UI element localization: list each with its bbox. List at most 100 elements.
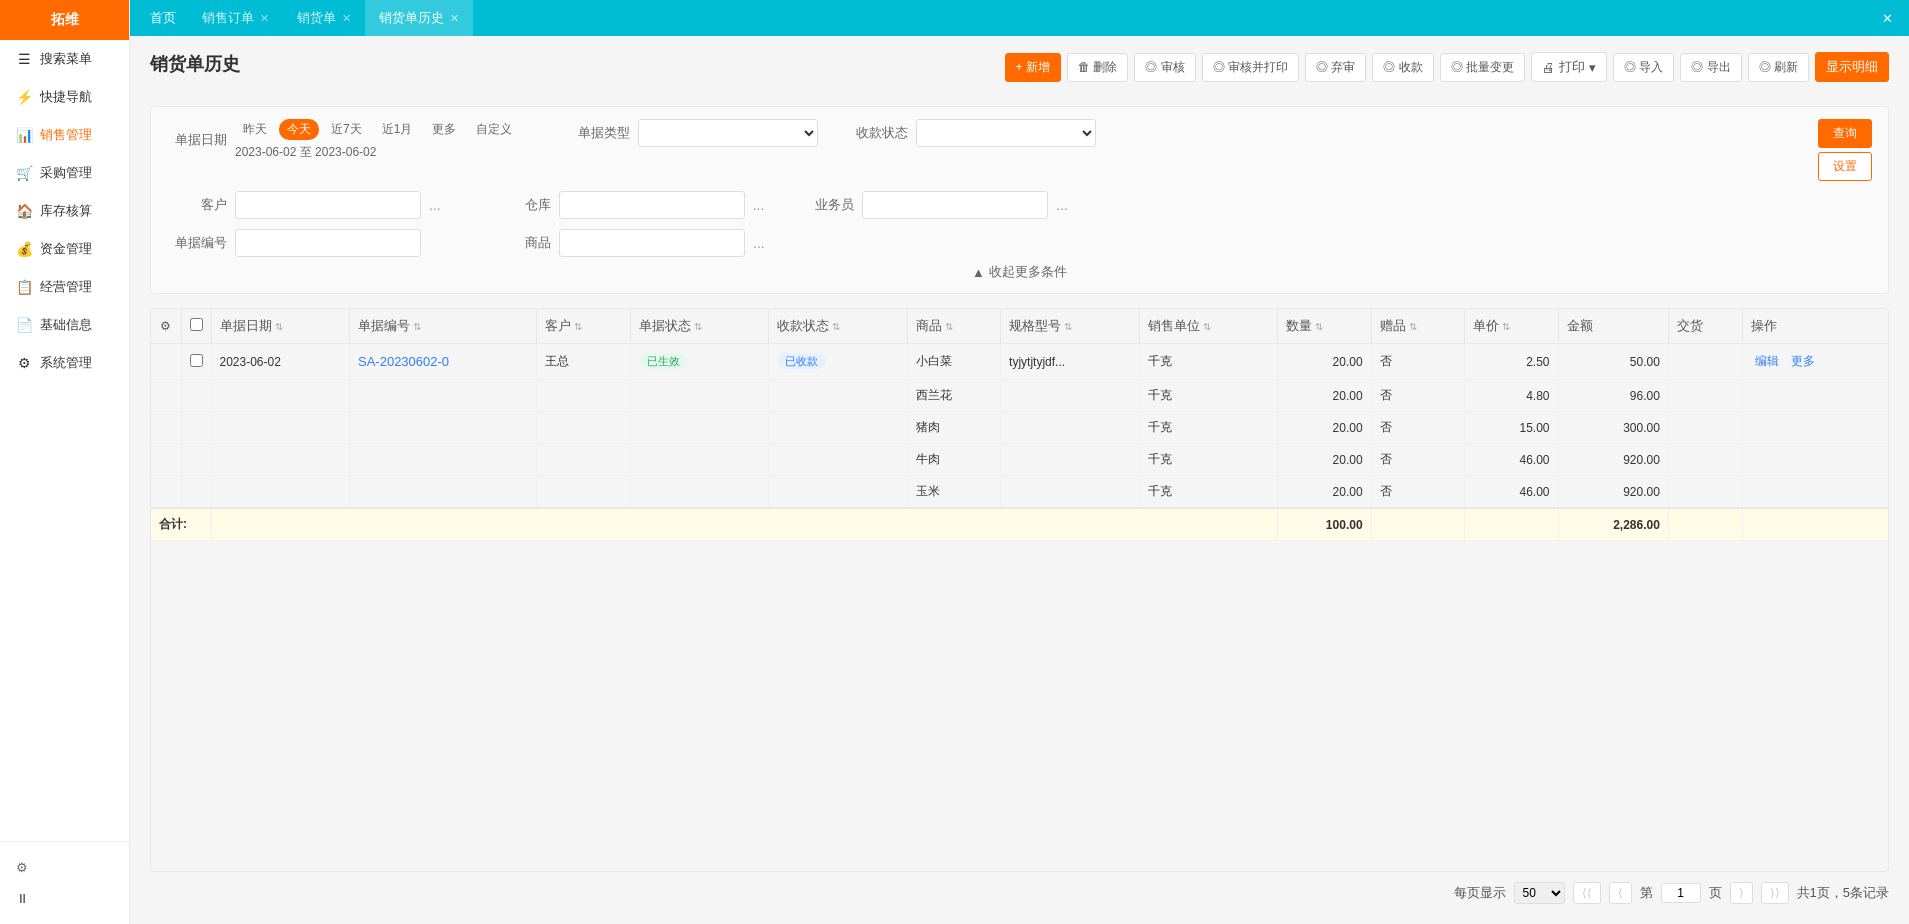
date-tag-7days[interactable]: 近7天 — [323, 119, 370, 140]
page-prev-button[interactable]: ⟨ — [1609, 882, 1632, 904]
filter-date-label: 单据日期 — [167, 131, 227, 149]
cell-doc-no-1[interactable] — [350, 380, 537, 412]
filter-customer-input[interactable] — [235, 191, 421, 219]
page-input[interactable] — [1661, 883, 1701, 903]
cell-doc-no-3[interactable] — [350, 444, 537, 476]
sidebar-item-sales-mgmt[interactable]: 📊 销售管理 — [0, 116, 129, 154]
inventory-calc-icon: 🏠 — [16, 203, 32, 219]
sort-customer-icon[interactable]: ⇅ — [574, 321, 582, 332]
sidebar-bottom-pause[interactable]: ⏸ — [0, 883, 129, 914]
cell-doc-no-4[interactable] — [350, 476, 537, 509]
sort-payment-status-icon[interactable]: ⇅ — [832, 321, 840, 332]
sidebar-item-funds-mgmt[interactable]: 💰 资金管理 — [0, 230, 129, 268]
sort-doc-status-icon[interactable]: ⇅ — [694, 321, 702, 332]
batch-change-button[interactable]: ◎ 批量变更 — [1440, 53, 1525, 82]
nav-sales-history-tab[interactable]: 销货单历史 ✕ — [365, 0, 473, 36]
filter-doc-no-input[interactable] — [235, 229, 421, 257]
cell-doc-no-0[interactable]: SA-20230602-0 — [350, 344, 537, 380]
more-action-0[interactable]: 更多 — [1787, 351, 1819, 372]
sidebar-item-purchase-mgmt[interactable]: 🛒 采购管理 — [0, 154, 129, 192]
cell-checkbox-1[interactable] — [181, 380, 211, 412]
cell-product-4: 玉米 — [907, 476, 1000, 509]
cell-amount-4: 920.00 — [1558, 476, 1668, 509]
filter-product-dots[interactable]: ... — [753, 235, 765, 251]
sidebar-bottom-settings[interactable]: ⚙ — [0, 852, 129, 883]
filter-settings-button[interactable]: 设置 — [1818, 152, 1872, 181]
cell-doc-no-2[interactable] — [350, 412, 537, 444]
nav-sales-delivery-tab[interactable]: 销货单 ✕ — [283, 0, 365, 36]
abandon-button[interactable]: ◎ 弃审 — [1305, 53, 1366, 82]
table-row: 玉米 千克 20.00 否 46.00 920.00 — [151, 476, 1888, 509]
cell-checkbox-2[interactable] — [181, 412, 211, 444]
th-checkbox[interactable] — [181, 309, 211, 344]
query-button[interactable]: 查询 — [1818, 119, 1872, 148]
page-title: 销货单历史 — [150, 52, 240, 76]
sort-product-icon[interactable]: ⇅ — [945, 321, 953, 332]
import-button[interactable]: ◎ 导入 — [1613, 53, 1674, 82]
sort-spec-type-icon[interactable]: ⇅ — [1064, 321, 1072, 332]
date-tag-1month[interactable]: 近1月 — [374, 119, 421, 140]
page-next-button[interactable]: ⟩ — [1730, 882, 1753, 904]
filter-product-input[interactable] — [559, 229, 745, 257]
refresh-button[interactable]: ◎ 刷新 — [1748, 53, 1809, 82]
sidebar-item-ops-mgmt[interactable]: 📋 经营管理 — [0, 268, 129, 306]
print-button[interactable]: 🖨 打印 ▾ — [1531, 52, 1607, 82]
date-tag-more[interactable]: 更多 — [424, 119, 464, 140]
footer-total-quantity: 100.00 — [1278, 508, 1371, 541]
nav-home-tab[interactable]: 首页 — [138, 9, 188, 27]
new-button[interactable]: + 新增 — [1005, 53, 1061, 82]
doc-no-link-0[interactable]: SA-20230602-0 — [358, 354, 449, 369]
nav-sales-history-close-icon[interactable]: ✕ — [450, 12, 459, 25]
cell-doc-status-1 — [630, 380, 769, 412]
filter-doc-type-select[interactable] — [638, 119, 818, 147]
filter-salesperson-input[interactable] — [862, 191, 1048, 219]
page-first-button[interactable]: ⟨⟨ — [1573, 882, 1601, 904]
nav-sales-order-close-icon[interactable]: ✕ — [260, 12, 269, 25]
edit-action-0[interactable]: 编辑 — [1751, 351, 1783, 372]
th-settings[interactable]: ⚙ — [151, 309, 181, 344]
cell-checkbox-3[interactable] — [181, 444, 211, 476]
sys-mgmt-icon: ⚙ — [16, 355, 32, 371]
sidebar-bottom: ⚙ ⏸ — [0, 841, 129, 924]
page-size-select[interactable]: 50 20 100 — [1514, 882, 1565, 904]
sort-doc-no-icon[interactable]: ⇅ — [413, 321, 421, 332]
filter-salesperson-dots[interactable]: ... — [1056, 197, 1068, 213]
date-tag-today[interactable]: 今天 — [279, 119, 319, 140]
select-all-checkbox[interactable] — [190, 318, 203, 331]
date-tag-yesterday[interactable]: 昨天 — [235, 119, 275, 140]
sort-gift-icon[interactable]: ⇅ — [1409, 321, 1417, 332]
sort-sales-unit-icon[interactable]: ⇅ — [1203, 321, 1211, 332]
sort-unit-price-icon[interactable]: ⇅ — [1502, 321, 1510, 332]
sidebar-item-inventory-calc[interactable]: 🏠 库存核算 — [0, 192, 129, 230]
footer-empty4 — [1668, 508, 1742, 541]
cell-checkbox-4[interactable] — [181, 476, 211, 509]
close-all-button[interactable]: ✕ — [1882, 11, 1893, 26]
filter-payment-status-select[interactable] — [916, 119, 1096, 147]
row-checkbox-0[interactable] — [190, 354, 203, 367]
cell-payment-status-1 — [769, 380, 908, 412]
sidebar-item-basic-info[interactable]: 📄 基础信息 — [0, 306, 129, 344]
ops-mgmt-icon: 📋 — [16, 279, 32, 295]
collect-button[interactable]: ◎ 收款 — [1372, 53, 1433, 82]
date-tag-custom[interactable]: 自定义 — [468, 119, 520, 140]
delete-button[interactable]: 🗑 删除 — [1067, 53, 1128, 82]
sidebar-item-quick-nav[interactable]: ⚡ 快捷导航 — [0, 78, 129, 116]
show-detail-button[interactable]: 显示明细 — [1815, 52, 1889, 82]
audit-print-button[interactable]: ◎ 审核并打印 — [1202, 53, 1299, 82]
filter-warehouse-input[interactable] — [559, 191, 745, 219]
sidebar-item-sys-mgmt[interactable]: ⚙ 系统管理 — [0, 344, 129, 382]
sort-doc-date-icon[interactable]: ⇅ — [275, 321, 283, 332]
filter-warehouse-dots[interactable]: ... — [753, 197, 765, 213]
page-last-button[interactable]: ⟩⟩ — [1761, 882, 1789, 904]
export-button[interactable]: ◎ 导出 — [1680, 53, 1741, 82]
nav-sales-order-tab[interactable]: 销售订单 ✕ — [188, 0, 283, 36]
table-row: 猪肉 千克 20.00 否 15.00 300.00 — [151, 412, 1888, 444]
filter-customer-dots[interactable]: ... — [429, 197, 441, 213]
sort-quantity-icon[interactable]: ⇅ — [1315, 321, 1323, 332]
cell-checkbox-0[interactable] — [181, 344, 211, 380]
sidebar-item-purchase-mgmt-label: 采购管理 — [40, 164, 92, 182]
sidebar-item-search-menu[interactable]: ☰ 搜索菜单 — [0, 40, 129, 78]
nav-sales-delivery-close-icon[interactable]: ✕ — [342, 12, 351, 25]
audit-button[interactable]: ◎ 审核 — [1134, 53, 1195, 82]
collapse-button[interactable]: ▲ 收起更多条件 — [167, 263, 1872, 281]
